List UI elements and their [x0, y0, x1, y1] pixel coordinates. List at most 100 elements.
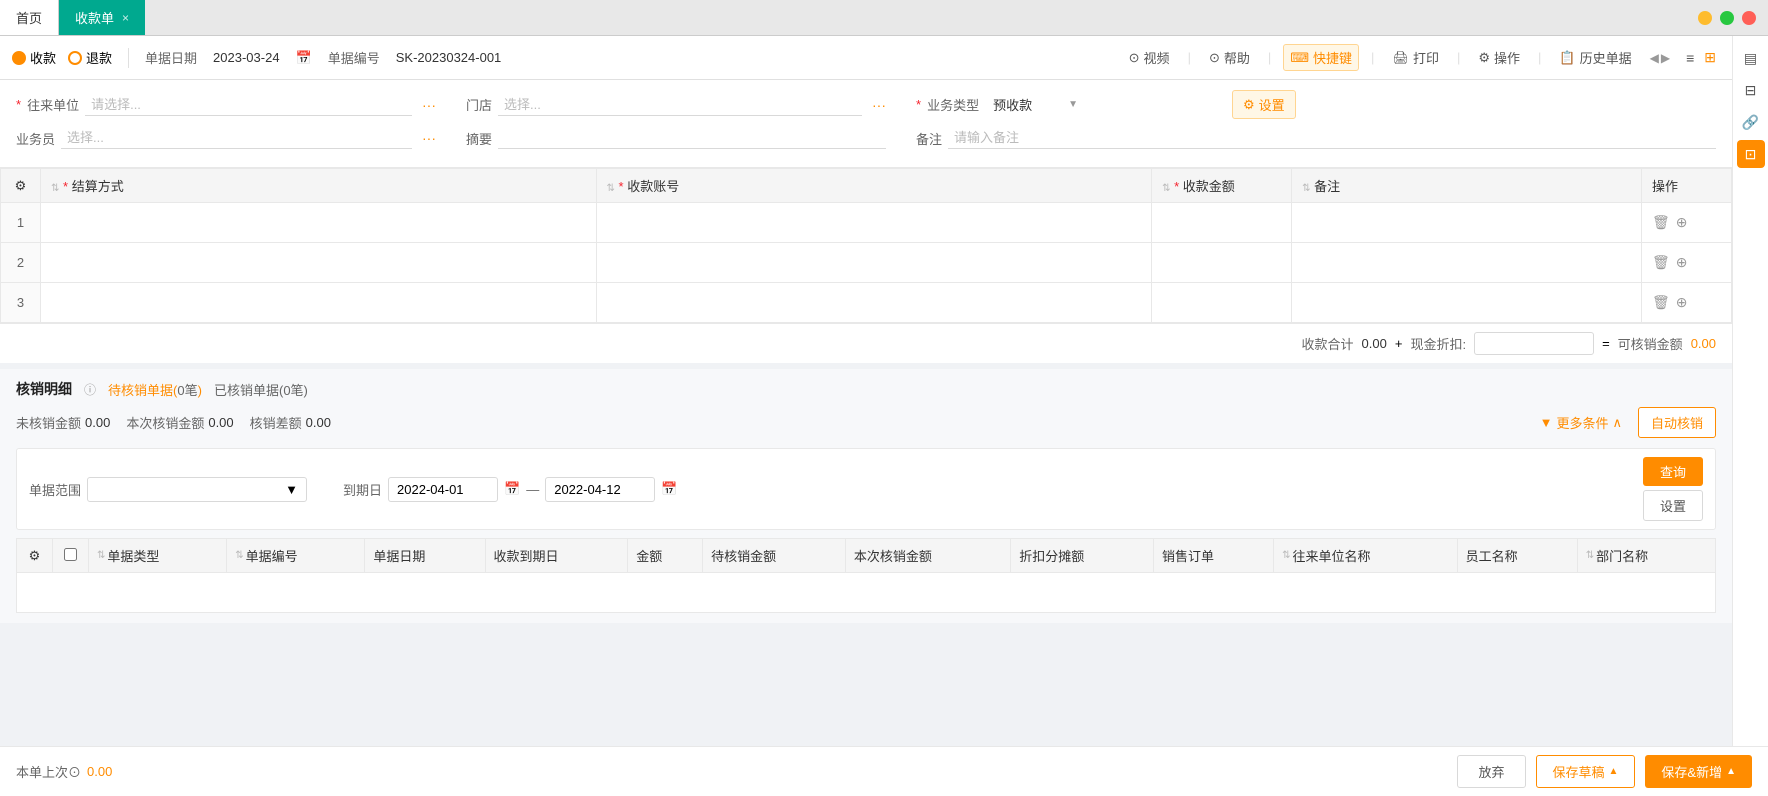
query-button[interactable]: 查询: [1643, 457, 1703, 486]
copy-icon-2[interactable]: ⊕: [1676, 254, 1688, 271]
video-button[interactable]: ⊙ 视频: [1123, 45, 1176, 70]
th-settings[interactable]: ⚙: [1, 169, 41, 203]
layout-grid-icon[interactable]: ⊞: [1700, 47, 1720, 68]
window-minimize-button[interactable]: [1698, 11, 1712, 25]
window-close-button[interactable]: [1742, 11, 1756, 25]
radio-shoukuan[interactable]: 收款: [12, 48, 56, 67]
layout-list-icon[interactable]: ≡: [1682, 48, 1698, 68]
more-conditions-btn[interactable]: ▼ 更多条件 ∧: [1540, 413, 1622, 432]
window-maximize-button[interactable]: [1720, 11, 1734, 25]
calendar-icon[interactable]: 📅: [296, 50, 312, 66]
date-value: 2023-03-24: [213, 50, 280, 65]
select-all-checkbox[interactable]: [64, 548, 77, 561]
calendar-from-icon[interactable]: 📅: [504, 481, 520, 497]
operations-button[interactable]: ⚙ 操作: [1472, 45, 1526, 70]
shortcut-button[interactable]: ⌨ 快捷键: [1283, 44, 1359, 71]
tab-close-icon[interactable]: ×: [122, 11, 129, 25]
bth-date: 单据日期: [365, 539, 485, 573]
salesperson-more-icon[interactable]: ···: [422, 130, 436, 146]
biz-type-field: * 业务类型 预收款 ▼: [916, 95, 1216, 114]
cell-amount-2[interactable]: [1152, 243, 1292, 283]
divider-1: [128, 48, 129, 68]
cell-settlement-1[interactable]: [41, 203, 597, 243]
cell-amount-1[interactable]: [1152, 203, 1292, 243]
sidebar-table-icon[interactable]: ▤: [1737, 44, 1765, 72]
counterparty-input[interactable]: [85, 94, 412, 116]
tab-home[interactable]: 首页: [0, 0, 59, 35]
cell-remark-1[interactable]: [1292, 203, 1642, 243]
history-button[interactable]: 📋 历史单据: [1553, 45, 1637, 70]
tab-active[interactable]: 收款单 ×: [59, 0, 145, 35]
pending-tab[interactable]: 待核销单据(0笔): [108, 380, 202, 399]
abandon-button[interactable]: 放弃: [1457, 755, 1525, 788]
nav-next[interactable]: ▶: [1661, 51, 1670, 65]
save-new-button[interactable]: 保存&新增 ▲: [1645, 755, 1752, 788]
cell-amount-3[interactable]: [1152, 283, 1292, 323]
delete-icon-2[interactable]: 🗑: [1652, 254, 1670, 271]
filter-settings-button[interactable]: 设置: [1643, 490, 1703, 521]
print-icon: 🖨: [1392, 50, 1409, 66]
writeoff-stats-row: 未核销金额 0.00 本次核销金额 0.00 核销差额 0.00 ▼ 更多条件 …: [16, 407, 1716, 438]
current-stat: 本次核销金额 0.00: [126, 413, 233, 432]
nav-arrows: ◀ ▶: [1650, 51, 1670, 65]
counterparty-required: *: [16, 97, 21, 112]
toolbar: 收款 退款 单据日期 2023-03-24 📅 单据编号 SK-20230324…: [0, 36, 1732, 80]
cell-settlement-2[interactable]: [41, 243, 597, 283]
salesperson-label: 业务员: [16, 129, 55, 148]
store-label: 门店: [466, 95, 492, 114]
counterparty-label: 往来单位: [27, 95, 79, 114]
copy-icon-1[interactable]: ⊕: [1676, 214, 1688, 231]
sidebar-expand-icon[interactable]: ⊡: [1737, 140, 1765, 168]
row-num-3: 3: [1, 283, 41, 323]
range-select[interactable]: ▼: [87, 477, 307, 502]
sidebar-list-icon[interactable]: ⊟: [1737, 76, 1765, 104]
discount-input[interactable]: [1474, 332, 1594, 355]
radio-tuikuan[interactable]: 退款: [68, 48, 112, 67]
store-input[interactable]: [498, 94, 862, 116]
calendar-to-icon[interactable]: 📅: [661, 481, 677, 497]
help-button[interactable]: ⊙ 帮助: [1203, 45, 1256, 70]
cell-remark-3[interactable]: [1292, 283, 1642, 323]
date-from-input[interactable]: [388, 477, 498, 502]
sidebar-link-icon[interactable]: 🔗: [1737, 108, 1765, 136]
history-icon: 📋: [1559, 50, 1575, 66]
done-tab[interactable]: 已核销单据(0笔): [214, 380, 308, 399]
shortcut-icon: ⌨: [1290, 50, 1309, 66]
store-more-icon[interactable]: ···: [872, 97, 886, 113]
biz-dropdown-icon[interactable]: ▼: [1068, 99, 1078, 110]
settings-button[interactable]: ⚙ 设置: [1232, 90, 1296, 119]
row-num-1: 1: [1, 203, 41, 243]
cell-account-3[interactable]: [596, 283, 1152, 323]
bth-settings[interactable]: ⚙: [17, 539, 53, 573]
auto-writeoff-button[interactable]: 自动核销: [1638, 407, 1716, 438]
delete-icon-1[interactable]: 🗑: [1652, 214, 1670, 231]
save-draft-label: 保存草稿: [1553, 762, 1605, 781]
writeoff-info-icon[interactable]: ⓘ: [84, 381, 96, 398]
remark-input[interactable]: [948, 127, 1716, 149]
table-area: ⚙ ⇅ * 结算方式 ⇅ * 收款账号 ⇅: [0, 168, 1732, 323]
counterparty-more-icon[interactable]: ···: [422, 97, 436, 113]
cell-account-2[interactable]: [596, 243, 1152, 283]
cell-action-3: 🗑 ⊕: [1642, 283, 1732, 323]
tab-home-label: 首页: [16, 8, 42, 27]
main-table: ⚙ ⇅ * 结算方式 ⇅ * 收款账号 ⇅: [0, 168, 1732, 323]
date-to-input[interactable]: [545, 477, 655, 502]
cell-settlement-3[interactable]: [41, 283, 597, 323]
summary-input[interactable]: [498, 127, 886, 149]
date-separator: —: [526, 482, 539, 497]
cell-account-1[interactable]: [596, 203, 1152, 243]
copy-icon-3[interactable]: ⊕: [1676, 294, 1688, 311]
delete-icon-3[interactable]: 🗑: [1652, 294, 1670, 311]
bth-number: ⇅ 单据编号: [227, 539, 365, 573]
row-num-2: 2: [1, 243, 41, 283]
writeoff-title: 核销明细: [16, 379, 72, 399]
bottom-table-settings-icon[interactable]: ⚙: [29, 548, 41, 563]
print-button[interactable]: 🖨 打印: [1386, 45, 1445, 70]
table-settings-icon[interactable]: ⚙: [15, 178, 27, 193]
nav-prev[interactable]: ◀: [1650, 51, 1659, 65]
salesperson-input[interactable]: [61, 127, 412, 149]
save-draft-button[interactable]: 保存草稿 ▲: [1536, 755, 1636, 788]
range-label: 单据范围: [29, 480, 81, 499]
cell-remark-2[interactable]: [1292, 243, 1642, 283]
biz-required: *: [916, 97, 921, 112]
